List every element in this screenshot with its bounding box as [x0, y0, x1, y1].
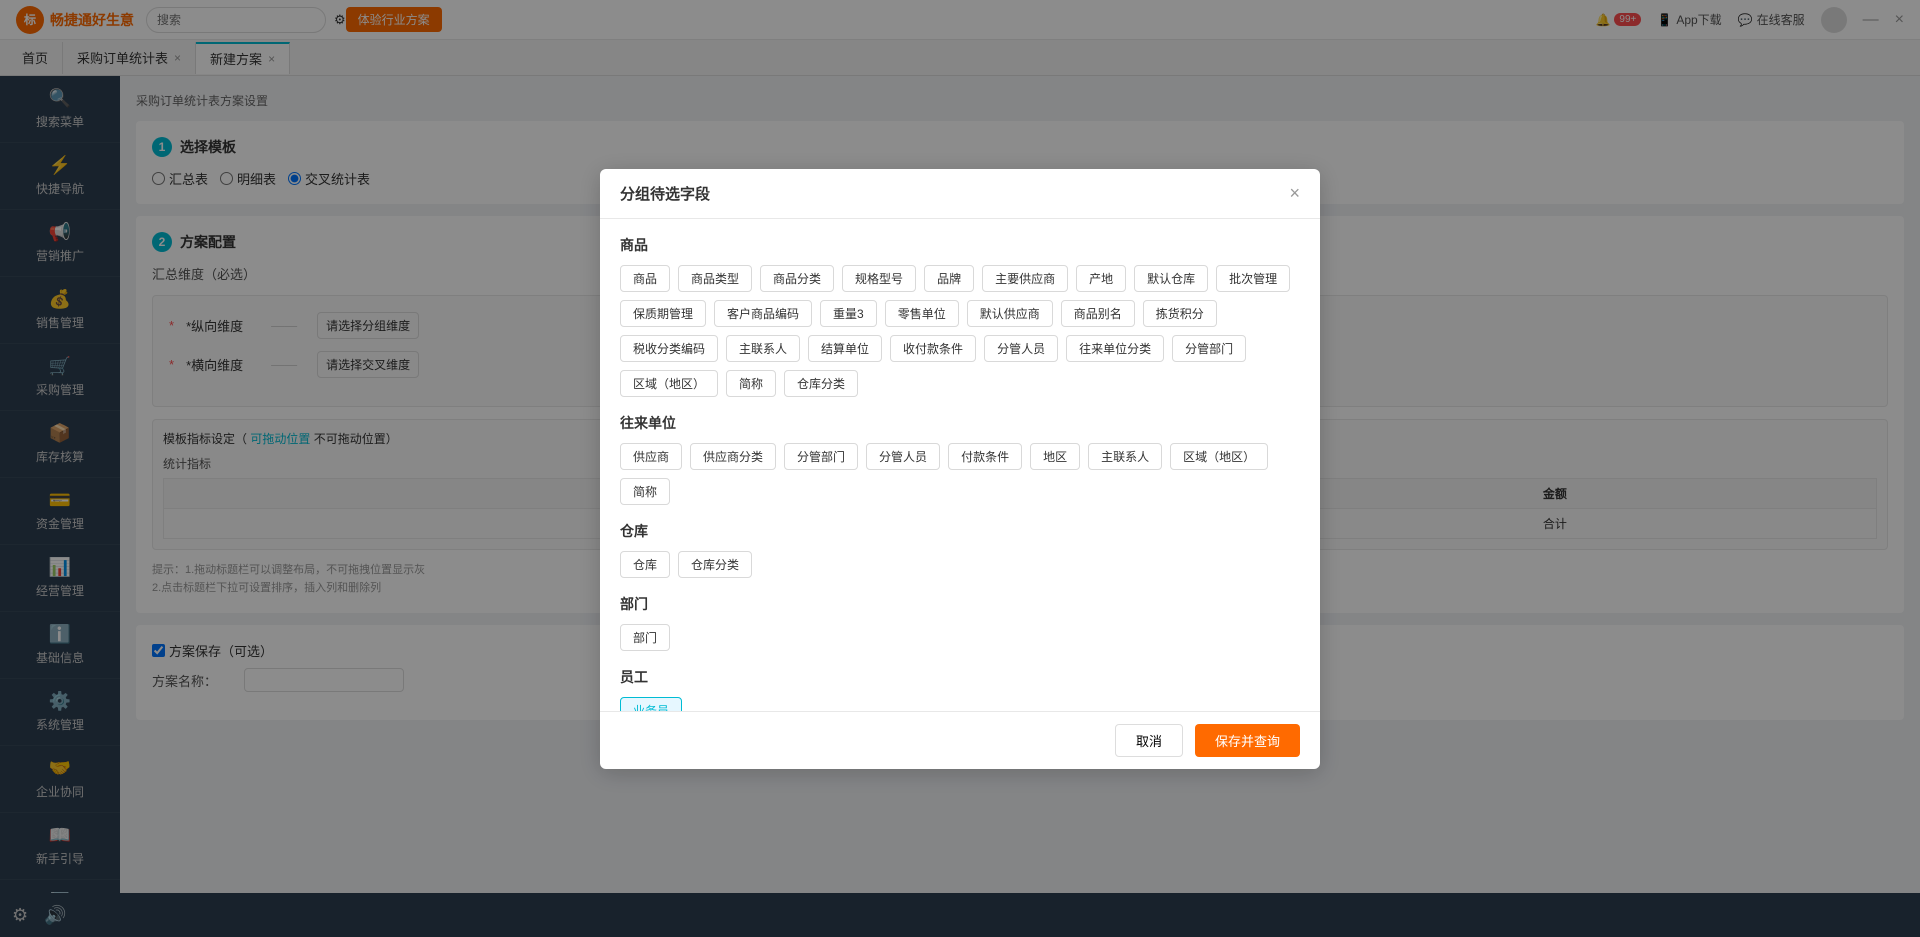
- field-tag[interactable]: 零售单位: [885, 300, 959, 327]
- field-select-modal: 分组待选字段 × 商品 商品 商品类型 商品分类 规格型号 品牌 主要供应商 产…: [600, 169, 1320, 769]
- modal-header: 分组待选字段 ×: [600, 169, 1320, 219]
- section-title-product: 商品: [620, 235, 1300, 255]
- field-tag[interactable]: 商品类型: [678, 265, 752, 292]
- modal-close-btn[interactable]: ×: [1289, 184, 1300, 202]
- modal-confirm-btn[interactable]: 保存并查询: [1195, 724, 1300, 757]
- dept-fields: 部门: [620, 624, 1300, 651]
- field-tag[interactable]: 地区: [1030, 443, 1080, 470]
- modal-footer: 取消 保存并查询: [600, 711, 1320, 769]
- field-tag[interactable]: 商品: [620, 265, 670, 292]
- warehouse-fields: 仓库 仓库分类: [620, 551, 1300, 578]
- field-tag[interactable]: 默认供应商: [967, 300, 1053, 327]
- modal-title: 分组待选字段: [620, 183, 710, 204]
- field-tag[interactable]: 仓库分类: [678, 551, 752, 578]
- field-tag[interactable]: 分管部门: [784, 443, 858, 470]
- field-tag[interactable]: 分管部门: [1172, 335, 1246, 362]
- field-tag[interactable]: 区域（地区）: [620, 370, 718, 397]
- field-tag[interactable]: 部门: [620, 624, 670, 651]
- field-tag[interactable]: 商品别名: [1061, 300, 1135, 327]
- field-tag[interactable]: 商品分类: [760, 265, 834, 292]
- field-tag[interactable]: 分管人员: [984, 335, 1058, 362]
- section-title-partner: 往来单位: [620, 413, 1300, 433]
- field-tag[interactable]: 税收分类编码: [620, 335, 718, 362]
- section-title-warehouse: 仓库: [620, 521, 1300, 541]
- field-tag[interactable]: 分管人员: [866, 443, 940, 470]
- field-tag[interactable]: 简称: [726, 370, 776, 397]
- field-tag[interactable]: 主联系人: [726, 335, 800, 362]
- field-tag[interactable]: 收付款条件: [890, 335, 976, 362]
- field-tag[interactable]: 往来单位分类: [1066, 335, 1164, 362]
- field-tag[interactable]: 重量3: [820, 300, 877, 327]
- field-tag[interactable]: 供应商: [620, 443, 682, 470]
- field-tag[interactable]: 付款条件: [948, 443, 1022, 470]
- field-tag[interactable]: 客户商品编码: [714, 300, 812, 327]
- modal-body: 商品 商品 商品类型 商品分类 规格型号 品牌 主要供应商 产地 默认仓库 批次…: [600, 219, 1320, 711]
- field-tag[interactable]: 产地: [1076, 265, 1126, 292]
- field-tag[interactable]: 默认仓库: [1134, 265, 1208, 292]
- field-tag[interactable]: 批次管理: [1216, 265, 1290, 292]
- field-tag-selected[interactable]: 业务员: [620, 697, 682, 711]
- field-tag[interactable]: 供应商分类: [690, 443, 776, 470]
- field-tag[interactable]: 主要供应商: [982, 265, 1068, 292]
- product-fields: 商品 商品类型 商品分类 规格型号 品牌 主要供应商 产地 默认仓库 批次管理 …: [620, 265, 1300, 397]
- field-tag[interactable]: 主联系人: [1088, 443, 1162, 470]
- field-tag[interactable]: 保质期管理: [620, 300, 706, 327]
- field-tag[interactable]: 仓库分类: [784, 370, 858, 397]
- modal-overlay: 分组待选字段 × 商品 商品 商品类型 商品分类 规格型号 品牌 主要供应商 产…: [0, 0, 1920, 937]
- section-title-staff: 员工: [620, 667, 1300, 687]
- partner-fields: 供应商 供应商分类 分管部门 分管人员 付款条件 地区 主联系人 区域（地区） …: [620, 443, 1300, 505]
- section-title-dept: 部门: [620, 594, 1300, 614]
- staff-fields: 业务员: [620, 697, 1300, 711]
- modal-cancel-btn[interactable]: 取消: [1115, 724, 1183, 757]
- field-tag[interactable]: 简称: [620, 478, 670, 505]
- field-tag[interactable]: 仓库: [620, 551, 670, 578]
- field-tag[interactable]: 规格型号: [842, 265, 916, 292]
- field-tag[interactable]: 拣货积分: [1143, 300, 1217, 327]
- field-tag[interactable]: 品牌: [924, 265, 974, 292]
- field-tag[interactable]: 区域（地区）: [1170, 443, 1268, 470]
- field-tag[interactable]: 结算单位: [808, 335, 882, 362]
